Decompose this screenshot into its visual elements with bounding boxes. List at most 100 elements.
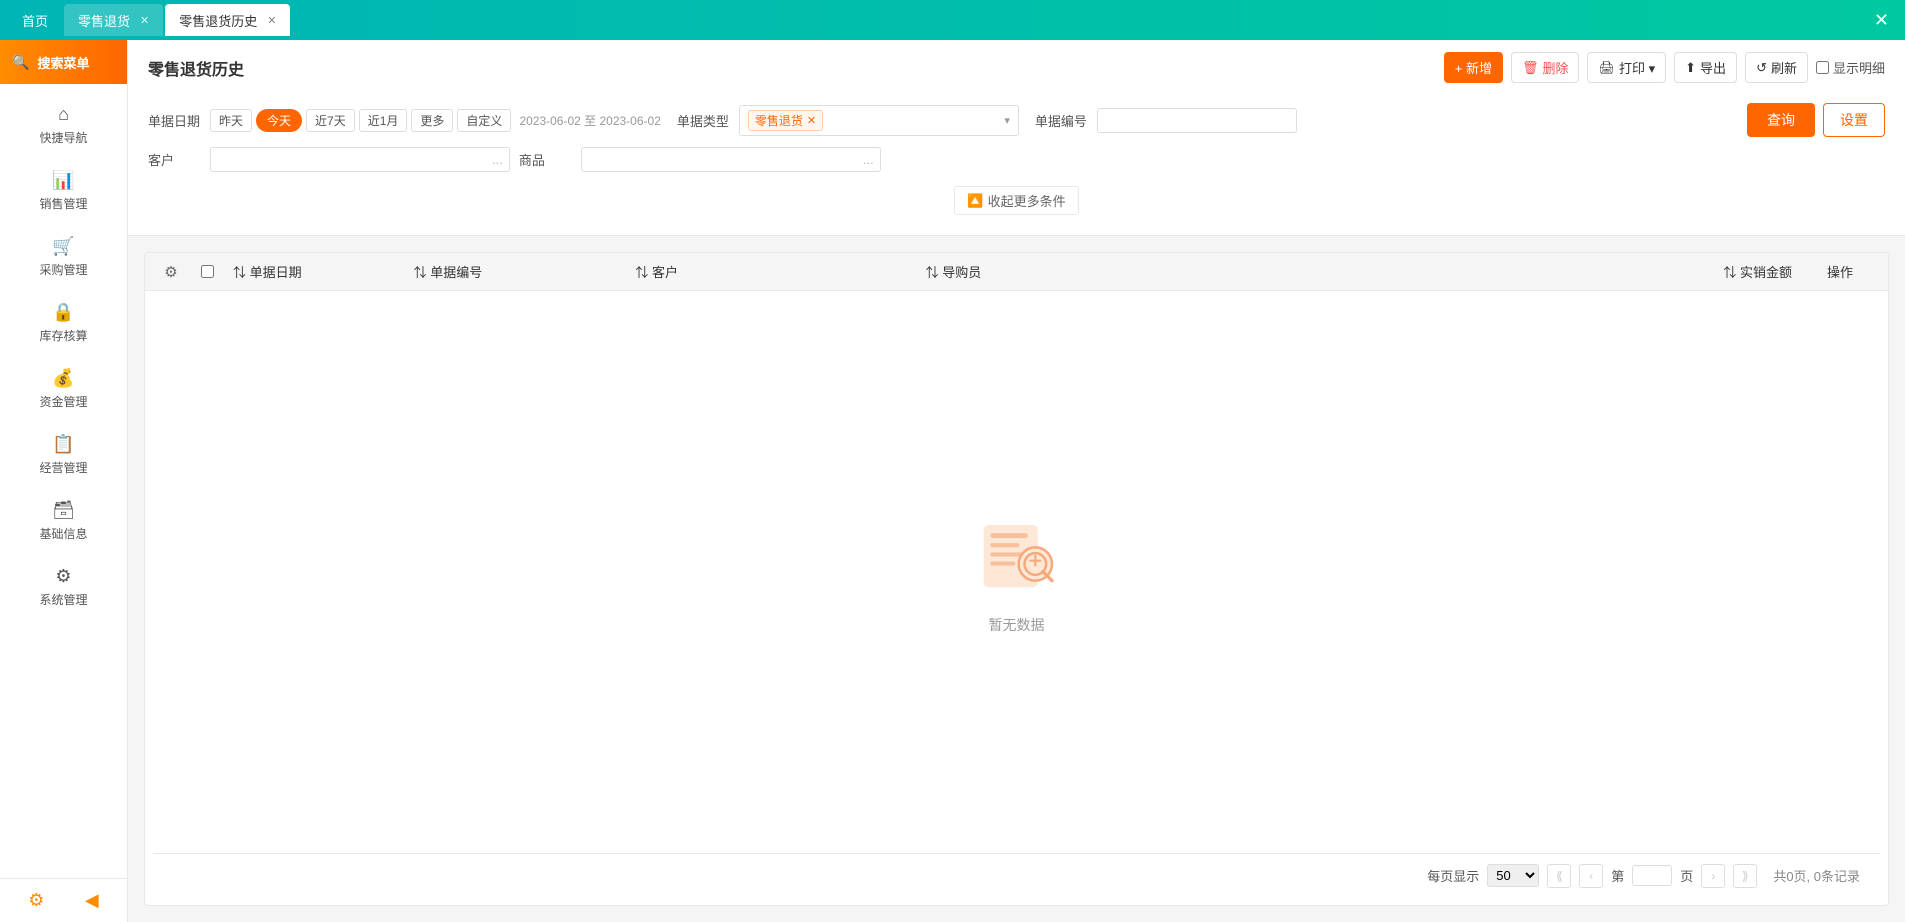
select-all-checkbox[interactable] bbox=[201, 265, 214, 278]
inventory-icon: 🔒 bbox=[52, 302, 74, 323]
tab-list: 首页 零售退货 ✕ 零售退货历史 ✕ bbox=[8, 4, 1866, 36]
query-button[interactable]: 查询 bbox=[1747, 103, 1815, 137]
goods-input[interactable] bbox=[581, 147, 881, 172]
sidebar-item-inventory-label: 库存核算 bbox=[39, 327, 87, 344]
date-filter-item: 单据日期 昨天 今天 近7天 近1月 更多 自定义 2023-06-02 至 2… bbox=[148, 109, 661, 132]
th-settings[interactable]: ⚙ bbox=[153, 263, 189, 281]
delete-icon: 🗑 bbox=[1522, 60, 1539, 76]
next-page-button[interactable]: › bbox=[1701, 864, 1725, 888]
goods-ellipsis: ... bbox=[863, 152, 874, 167]
empty-text: 暂无数据 bbox=[989, 615, 1045, 635]
display-detail-checkbox[interactable] bbox=[1816, 61, 1829, 74]
first-page-button[interactable]: ⟪ bbox=[1547, 864, 1571, 888]
date-btn-7days[interactable]: 近7天 bbox=[306, 109, 355, 132]
empty-state: 暂无数据 bbox=[145, 291, 1888, 853]
sidebar-item-basic-info-label: 基础信息 bbox=[39, 525, 87, 542]
tab-retail-return[interactable]: 零售退货 ✕ bbox=[64, 4, 163, 36]
sidebar-item-purchase-mgmt[interactable]: 🛒 采购管理 bbox=[0, 224, 127, 290]
table-wrapper: ⚙ ⇅ 单据日期 ⇅ 单据编号 ⇅ 客户 ⇅ 导购员 bbox=[128, 236, 1905, 922]
th-customer-label: ⇅ 客户 bbox=[635, 262, 678, 281]
date-filter-label: 单据日期 bbox=[148, 111, 204, 130]
sidebar-item-inventory[interactable]: 🔒 库存核算 bbox=[0, 290, 127, 356]
window-close-button[interactable]: ✕ bbox=[1866, 6, 1897, 35]
sidebar-item-finance[interactable]: 💰 资金管理 bbox=[0, 356, 127, 422]
th-checkbox[interactable] bbox=[189, 265, 225, 278]
page-size-select[interactable]: 20 50 100 bbox=[1487, 864, 1539, 887]
print-button[interactable]: 🖨 打印 ▾ bbox=[1587, 52, 1666, 83]
collapse-button[interactable]: 🔼 收起更多条件 bbox=[954, 186, 1078, 215]
last-page-button[interactable]: ⟫ bbox=[1733, 864, 1757, 888]
tab-retail-return-history[interactable]: 零售退货历史 ✕ bbox=[165, 4, 290, 36]
th-guide-label: ⇅ 导购员 bbox=[926, 262, 982, 281]
collapse-icon[interactable]: ◀ bbox=[85, 890, 99, 911]
th-date: ⇅ 单据日期 bbox=[225, 262, 406, 281]
prev-page-button[interactable]: ‹ bbox=[1579, 864, 1603, 888]
th-number: ⇅ 单据编号 bbox=[406, 262, 628, 281]
date-filter-buttons: 昨天 今天 近7天 近1月 更多 自定义 2023-06-02 至 2023-0… bbox=[210, 109, 661, 132]
doc-type-filter-item: 单据类型 零售退货 ✕ ▾ bbox=[677, 105, 1019, 136]
date-btn-custom[interactable]: 自定义 bbox=[457, 109, 511, 132]
th-number-label: ⇅ 单据编号 bbox=[414, 262, 483, 281]
page-number-input[interactable]: 1 bbox=[1632, 865, 1672, 886]
sidebar-item-operations[interactable]: 📋 经营管理 bbox=[0, 422, 127, 488]
date-btn-today[interactable]: 今天 bbox=[256, 109, 302, 132]
display-detail-label: 显示明细 bbox=[1833, 58, 1885, 77]
setting-button[interactable]: 设置 bbox=[1823, 103, 1885, 137]
date-btn-more[interactable]: 更多 bbox=[411, 109, 453, 132]
sidebar-item-quick-nav-label: 快捷导航 bbox=[39, 129, 87, 146]
settings-icon[interactable]: ⚙ bbox=[28, 890, 44, 911]
table-header: ⚙ ⇅ 单据日期 ⇅ 单据编号 ⇅ 客户 ⇅ 导购员 bbox=[145, 253, 1888, 291]
sidebar-search[interactable]: 🔍 搜索菜单 bbox=[0, 40, 127, 84]
finance-icon: 💰 bbox=[52, 368, 74, 389]
tab-retail-return-label: 零售退货 bbox=[78, 11, 130, 30]
sidebar-item-operations-label: 经营管理 bbox=[39, 459, 87, 476]
th-customer: ⇅ 客户 bbox=[627, 262, 917, 281]
sidebar-item-quick-nav[interactable]: ⌂ 快捷导航 bbox=[0, 92, 127, 158]
page-title: 零售退货历史 bbox=[148, 56, 244, 80]
tab-retail-return-close[interactable]: ✕ bbox=[140, 14, 149, 27]
filter-actions: 查询 设置 bbox=[1747, 103, 1885, 137]
sidebar-item-sales-mgmt[interactable]: 📊 销售管理 bbox=[0, 158, 127, 224]
sidebar-item-basic-info[interactable]: 🗃 基础信息 bbox=[0, 488, 127, 554]
toolbar: + 新增 🗑 🗑 删除 删除 🖨 打印 ▾ ⬆ 导出 bbox=[1444, 52, 1885, 83]
tab-retail-return-history-close[interactable]: ✕ bbox=[267, 14, 276, 27]
basic-info-icon: 🗃 bbox=[52, 500, 75, 521]
customer-filter-item: 客户 ... bbox=[148, 147, 503, 172]
tab-home[interactable]: 首页 bbox=[8, 4, 62, 36]
doc-type-select[interactable]: 零售退货 ✕ ▾ bbox=[739, 105, 1019, 136]
total-text: 共0页, 0条记录 bbox=[1773, 866, 1860, 885]
system-icon: ⚙ bbox=[55, 566, 71, 587]
main-layout: 🔍 搜索菜单 ⌂ 快捷导航 📊 销售管理 🛒 采购管理 🔒 库存核算 💰 bbox=[0, 40, 1905, 922]
display-detail-toggle[interactable]: 显示明细 bbox=[1816, 58, 1885, 77]
collapse-icon: 🔼 bbox=[967, 193, 983, 209]
filter-row-2: 客户 ... 商品 ... bbox=[148, 147, 1885, 172]
export-button[interactable]: ⬆ 导出 bbox=[1674, 52, 1737, 83]
sidebar-nav: ⌂ 快捷导航 📊 销售管理 🛒 采购管理 🔒 库存核算 💰 资金管理 📋 bbox=[0, 84, 127, 878]
delete-button[interactable]: 🗑 🗑 删除 删除 bbox=[1511, 52, 1580, 83]
purchase-icon: 🛒 bbox=[52, 236, 74, 257]
page-title-row: 零售退货历史 + 新增 🗑 🗑 删除 删除 🖨 打印 ▾ ⬆ 导出 bbox=[148, 52, 1885, 83]
settings-gear-icon: ⚙ bbox=[164, 263, 177, 281]
chevron-down-icon: ▾ bbox=[1004, 114, 1010, 127]
tab-home-label: 首页 bbox=[22, 11, 48, 30]
page-label: 页 bbox=[1680, 866, 1693, 885]
th-amount-label: ⇅ 实销金额 bbox=[1723, 262, 1792, 281]
page-chapter-label: 第 bbox=[1611, 866, 1624, 885]
doc-number-input[interactable] bbox=[1097, 108, 1297, 133]
filter-row-1: 单据日期 昨天 今天 近7天 近1月 更多 自定义 2023-06-02 至 2… bbox=[148, 103, 1885, 137]
customer-input[interactable] bbox=[210, 147, 510, 172]
top-bar: 首页 零售退货 ✕ 零售退货历史 ✕ ✕ bbox=[0, 0, 1905, 40]
doc-number-filter-item: 单据编号 bbox=[1035, 108, 1297, 133]
page-size-label: 每页显示 bbox=[1427, 866, 1479, 885]
sidebar-item-system[interactable]: ⚙ 系统管理 bbox=[0, 554, 127, 620]
doc-type-tag-close[interactable]: ✕ bbox=[807, 114, 816, 127]
add-button[interactable]: + 新增 bbox=[1444, 52, 1503, 83]
pagination: 每页显示 20 50 100 ⟪ ‹ 第 1 页 › ⟫ 共0页, 0条记录 bbox=[153, 853, 1880, 897]
date-btn-yesterday[interactable]: 昨天 bbox=[210, 109, 252, 132]
refresh-button[interactable]: ↺ 刷新 bbox=[1745, 52, 1808, 83]
th-date-label: ⇅ 单据日期 bbox=[233, 262, 302, 281]
date-btn-1month[interactable]: 近1月 bbox=[359, 109, 408, 132]
th-action: 操作 bbox=[1800, 262, 1880, 281]
home-icon: ⌂ bbox=[58, 104, 69, 125]
customer-ellipsis: ... bbox=[492, 152, 503, 167]
